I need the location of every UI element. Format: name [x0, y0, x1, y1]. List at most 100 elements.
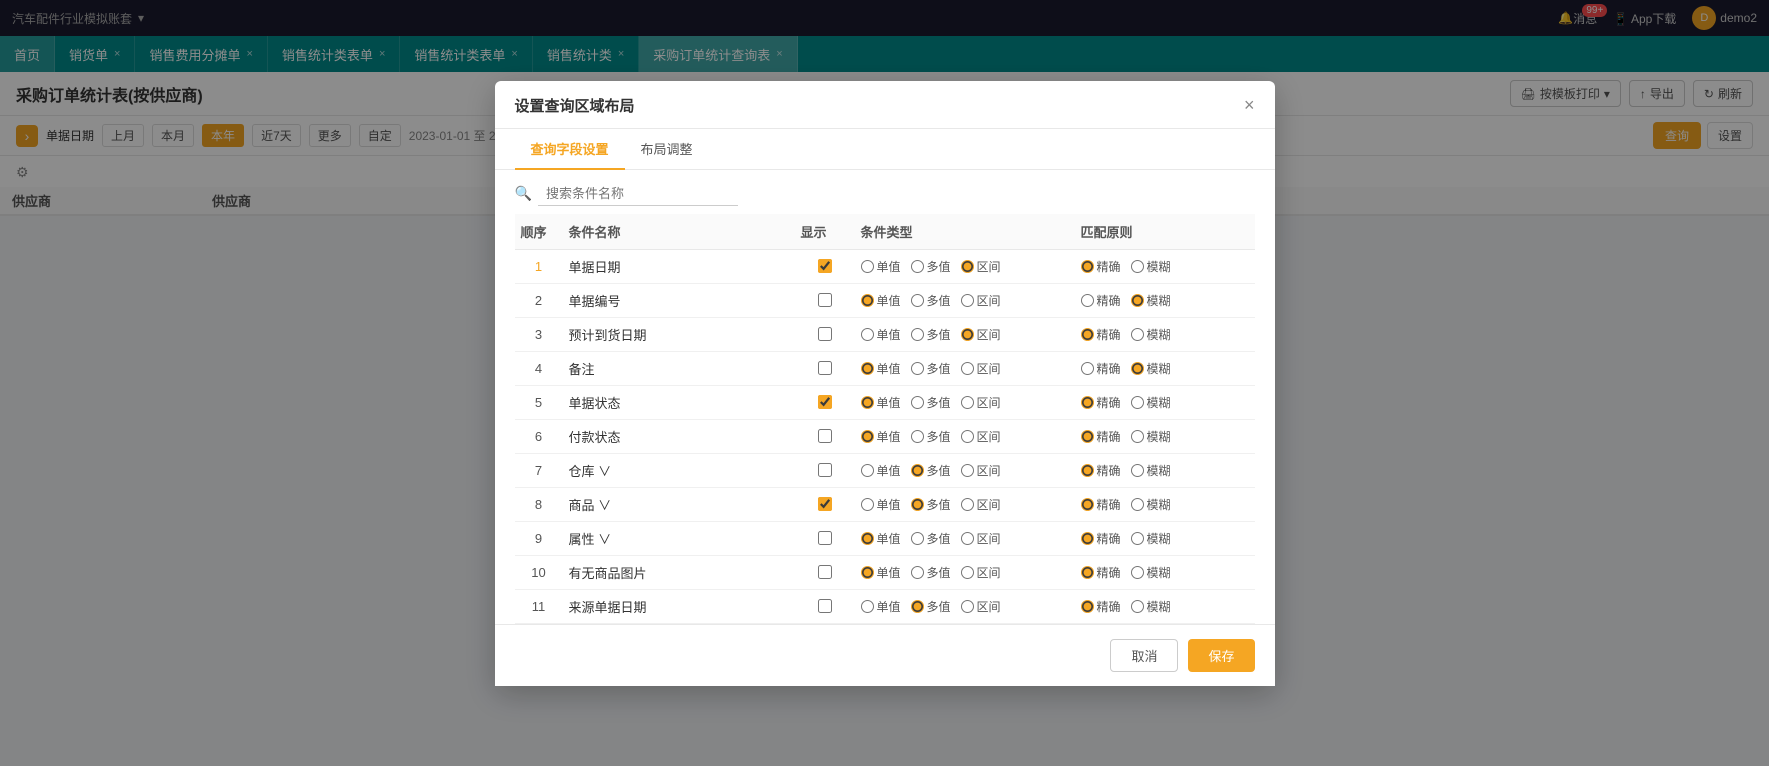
show-checkbox[interactable]: [818, 259, 832, 273]
row-show-toggle[interactable]: [795, 453, 855, 487]
match-radio-fuzzy[interactable]: 模糊: [1131, 394, 1171, 411]
type-radio-single[interactable]: 单值: [861, 496, 901, 513]
match-radio-exact[interactable]: 精确: [1081, 292, 1121, 309]
show-checkbox[interactable]: [818, 395, 832, 409]
type-radio-single[interactable]: 单值: [861, 598, 901, 615]
th-name: 条件名称: [563, 214, 795, 250]
table-row: 10有无商品图片单值多值区间精确模糊: [515, 555, 1255, 589]
match-radio-exact[interactable]: 精确: [1081, 564, 1121, 581]
row-show-toggle[interactable]: [795, 555, 855, 589]
match-radio-fuzzy[interactable]: 模糊: [1131, 326, 1171, 343]
row-condition-name: 属性 ∨: [563, 521, 795, 555]
row-show-toggle[interactable]: [795, 317, 855, 351]
type-radio-multi[interactable]: 多值: [911, 360, 951, 377]
type-radio-single[interactable]: 单值: [861, 292, 901, 309]
type-radio-multi[interactable]: 多值: [911, 564, 951, 581]
dialog-tab-layout[interactable]: 布局调整: [625, 129, 709, 170]
match-radio-fuzzy[interactable]: 模糊: [1131, 496, 1171, 513]
row-type-radios: 单值多值区间: [855, 555, 1075, 589]
row-type-radios: 单值多值区间: [855, 521, 1075, 555]
cancel-button[interactable]: 取消: [1110, 639, 1178, 672]
dialog-tab-fields[interactable]: 查询字段设置: [515, 129, 625, 170]
match-radio-exact[interactable]: 精确: [1081, 428, 1121, 445]
row-show-toggle[interactable]: [795, 487, 855, 521]
row-show-toggle[interactable]: [795, 351, 855, 385]
type-radio-range[interactable]: 区间: [961, 394, 1001, 411]
type-radio-range[interactable]: 区间: [961, 564, 1001, 581]
row-show-toggle[interactable]: [795, 419, 855, 453]
save-button[interactable]: 保存: [1188, 639, 1254, 672]
match-radio-exact[interactable]: 精确: [1081, 394, 1121, 411]
match-radio-exact[interactable]: 精确: [1081, 496, 1121, 513]
type-radio-range[interactable]: 区间: [961, 428, 1001, 445]
type-radio-multi[interactable]: 多值: [911, 496, 951, 513]
match-radio-exact[interactable]: 精确: [1081, 360, 1121, 377]
table-row: 5单据状态单值多值区间精确模糊: [515, 385, 1255, 419]
type-radio-multi[interactable]: 多值: [911, 292, 951, 309]
type-radio-range[interactable]: 区间: [961, 496, 1001, 513]
show-checkbox[interactable]: [818, 361, 832, 375]
type-radio-single[interactable]: 单值: [861, 428, 901, 445]
type-radio-multi[interactable]: 多值: [911, 462, 951, 479]
dialog-search-area: 🔍: [495, 170, 1275, 214]
type-radio-range[interactable]: 区间: [961, 292, 1001, 309]
match-radio-fuzzy[interactable]: 模糊: [1131, 258, 1171, 275]
match-radio-exact[interactable]: 精确: [1081, 530, 1121, 547]
match-radio-fuzzy[interactable]: 模糊: [1131, 598, 1171, 615]
type-radio-single[interactable]: 单值: [861, 326, 901, 343]
match-radio-exact[interactable]: 精确: [1081, 326, 1121, 343]
type-radio-multi[interactable]: 多值: [911, 258, 951, 275]
type-radio-multi[interactable]: 多值: [911, 326, 951, 343]
match-radio-fuzzy[interactable]: 模糊: [1131, 530, 1171, 547]
row-condition-name: 单据状态: [563, 385, 795, 419]
show-checkbox[interactable]: [818, 463, 832, 477]
type-radio-range[interactable]: 区间: [961, 360, 1001, 377]
row-order: 9: [515, 521, 563, 555]
type-radio-single[interactable]: 单值: [861, 394, 901, 411]
show-checkbox[interactable]: [818, 565, 832, 579]
row-type-radios: 单值多值区间: [855, 249, 1075, 283]
show-checkbox[interactable]: [818, 497, 832, 511]
type-radio-range[interactable]: 区间: [961, 598, 1001, 615]
match-radio-exact[interactable]: 精确: [1081, 258, 1121, 275]
row-show-toggle[interactable]: [795, 521, 855, 555]
th-order: 顺序: [515, 214, 563, 250]
row-type-radios: 单值多值区间: [855, 589, 1075, 623]
type-radio-range[interactable]: 区间: [961, 326, 1001, 343]
type-radio-multi[interactable]: 多值: [911, 394, 951, 411]
row-show-toggle[interactable]: [795, 385, 855, 419]
row-match-radios: 精确模糊: [1075, 249, 1255, 283]
match-radio-fuzzy[interactable]: 模糊: [1131, 292, 1171, 309]
match-radio-exact[interactable]: 精确: [1081, 462, 1121, 479]
row-condition-name: 来源单据日期: [563, 589, 795, 623]
type-radio-range[interactable]: 区间: [961, 258, 1001, 275]
type-radio-multi[interactable]: 多值: [911, 428, 951, 445]
show-checkbox[interactable]: [818, 293, 832, 307]
match-radio-fuzzy[interactable]: 模糊: [1131, 428, 1171, 445]
dialog-close-button[interactable]: ×: [1244, 96, 1255, 114]
row-type-radios: 单值多值区间: [855, 419, 1075, 453]
type-radio-single[interactable]: 单值: [861, 258, 901, 275]
search-input[interactable]: [538, 182, 738, 206]
match-radio-exact[interactable]: 精确: [1081, 598, 1121, 615]
match-radio-fuzzy[interactable]: 模糊: [1131, 360, 1171, 377]
type-radio-single[interactable]: 单值: [861, 564, 901, 581]
show-checkbox[interactable]: [818, 599, 832, 613]
type-radio-single[interactable]: 单值: [861, 530, 901, 547]
show-checkbox[interactable]: [818, 531, 832, 545]
th-match: 匹配原则: [1075, 214, 1255, 250]
type-radio-single[interactable]: 单值: [861, 360, 901, 377]
match-radio-fuzzy[interactable]: 模糊: [1131, 462, 1171, 479]
type-radio-range[interactable]: 区间: [961, 530, 1001, 547]
row-show-toggle[interactable]: [795, 283, 855, 317]
row-show-toggle[interactable]: [795, 589, 855, 623]
row-show-toggle[interactable]: [795, 249, 855, 283]
show-checkbox[interactable]: [818, 327, 832, 341]
row-match-radios: 精确模糊: [1075, 419, 1255, 453]
show-checkbox[interactable]: [818, 429, 832, 443]
type-radio-range[interactable]: 区间: [961, 462, 1001, 479]
match-radio-fuzzy[interactable]: 模糊: [1131, 564, 1171, 581]
type-radio-single[interactable]: 单值: [861, 462, 901, 479]
type-radio-multi[interactable]: 多值: [911, 530, 951, 547]
type-radio-multi[interactable]: 多值: [911, 598, 951, 615]
